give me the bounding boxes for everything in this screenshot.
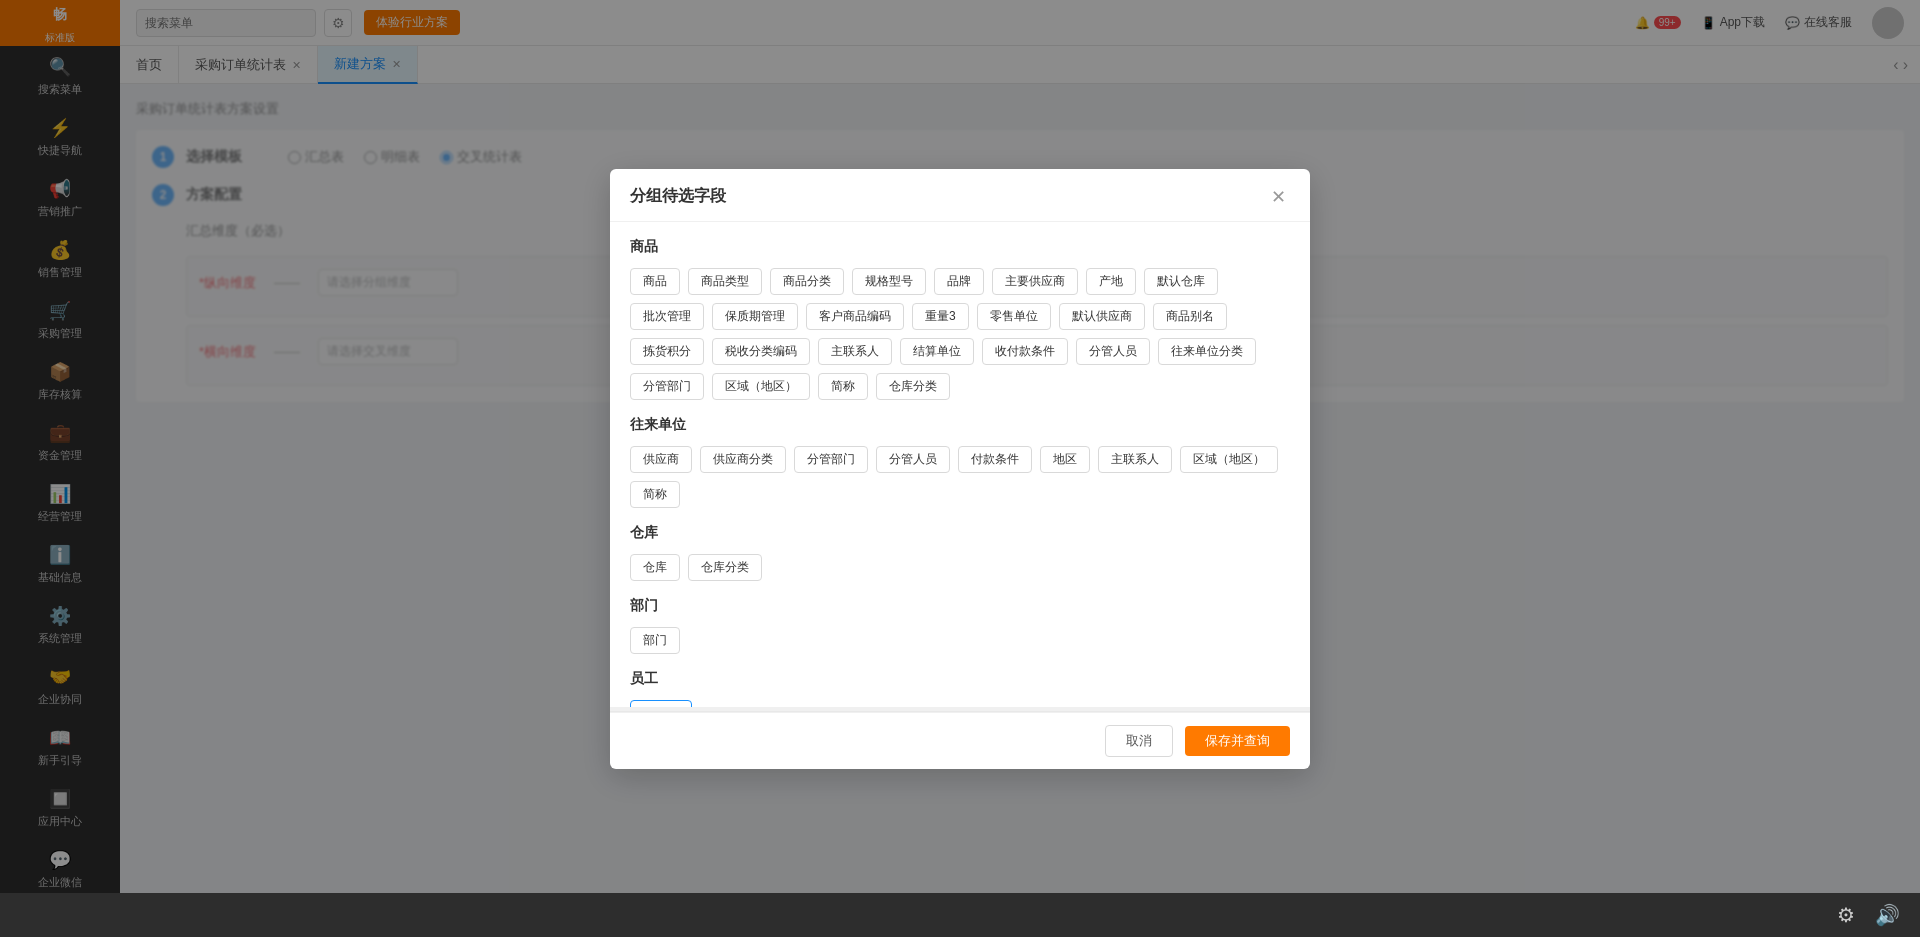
bottom-sound-icon[interactable]: 🔊	[1875, 903, 1900, 927]
field-tag-0-19[interactable]: 收付款条件	[982, 338, 1068, 365]
field-grid-1: 供应商供应商分类分管部门分管人员付款条件地区主联系人区域（地区） 简称	[630, 446, 1290, 508]
field-tag-0-4[interactable]: 品牌	[934, 268, 984, 295]
field-grid-4: 业务员	[630, 700, 1290, 707]
field-tag-1-6[interactable]: 主联系人	[1098, 446, 1172, 473]
field-tag-0-15[interactable]: 拣货积分	[630, 338, 704, 365]
field-tag-0-2[interactable]: 商品分类	[770, 268, 844, 295]
section-title-0: 商品	[630, 238, 1290, 256]
dialog-footer: 取消 保存并查询	[610, 712, 1310, 769]
field-tag-0-10[interactable]: 客户商品编码	[806, 303, 904, 330]
dialog-body: 商品商品商品类型商品分类规格型号品牌主要供应商产地默认仓库批次管理保质期管理客户…	[610, 222, 1310, 707]
section-title-4: 员工	[630, 670, 1290, 688]
field-tag-0-9[interactable]: 保质期管理	[712, 303, 798, 330]
field-tag-1-3[interactable]: 分管人员	[876, 446, 950, 473]
field-grid-3: 部门	[630, 627, 1290, 654]
field-tag-0-24[interactable]: 简称	[818, 373, 868, 400]
bottom-gear-icon[interactable]: ⚙	[1837, 903, 1855, 927]
field-grid-0: 商品商品类型商品分类规格型号品牌主要供应商产地默认仓库批次管理保质期管理客户商品…	[630, 268, 1290, 400]
bottom-bar: ⚙ 🔊	[0, 893, 1920, 937]
section-title-1: 往来单位	[630, 416, 1290, 434]
field-tag-2-1[interactable]: 仓库分类	[688, 554, 762, 581]
field-tag-0-18[interactable]: 结算单位	[900, 338, 974, 365]
field-tag-1-8[interactable]: 简称	[630, 481, 680, 508]
field-tag-0-21[interactable]: 往来单位分类	[1158, 338, 1256, 365]
field-tag-0-16[interactable]: 税收分类编码	[712, 338, 810, 365]
field-tag-0-0[interactable]: 商品	[630, 268, 680, 295]
cancel-btn[interactable]: 取消	[1105, 725, 1173, 757]
field-tag-1-1[interactable]: 供应商分类	[700, 446, 786, 473]
field-tag-0-11[interactable]: 重量3	[912, 303, 969, 330]
modal-overlay: 分组待选字段 ✕ 商品商品商品类型商品分类规格型号品牌主要供应商产地默认仓库批次…	[0, 0, 1920, 937]
field-tag-0-20[interactable]: 分管人员	[1076, 338, 1150, 365]
save-btn[interactable]: 保存并查询	[1185, 726, 1290, 756]
field-tag-1-4[interactable]: 付款条件	[958, 446, 1032, 473]
field-tag-0-8[interactable]: 批次管理	[630, 303, 704, 330]
field-tag-1-0[interactable]: 供应商	[630, 446, 692, 473]
field-tag-0-6[interactable]: 产地	[1086, 268, 1136, 295]
field-tag-0-25[interactable]: 仓库分类	[876, 373, 950, 400]
field-tag-0-7[interactable]: 默认仓库	[1144, 268, 1218, 295]
dialog-title: 分组待选字段	[630, 186, 726, 207]
dialog: 分组待选字段 ✕ 商品商品商品类型商品分类规格型号品牌主要供应商产地默认仓库批次…	[610, 169, 1310, 769]
field-tag-3-0[interactable]: 部门	[630, 627, 680, 654]
field-tag-0-17[interactable]: 主联系人	[818, 338, 892, 365]
field-tag-0-12[interactable]: 零售单位	[977, 303, 1051, 330]
field-grid-2: 仓库仓库分类	[630, 554, 1290, 581]
field-tag-1-7[interactable]: 区域（地区）	[1180, 446, 1278, 473]
field-tag-0-22[interactable]: 分管部门	[630, 373, 704, 400]
field-tag-1-2[interactable]: 分管部门	[794, 446, 868, 473]
dialog-header: 分组待选字段 ✕	[610, 169, 1310, 222]
field-tag-0-23[interactable]: 区域（地区）	[712, 373, 810, 400]
field-tag-2-0[interactable]: 仓库	[630, 554, 680, 581]
field-tag-0-3[interactable]: 规格型号	[852, 268, 926, 295]
section-title-3: 部门	[630, 597, 1290, 615]
section-title-2: 仓库	[630, 524, 1290, 542]
field-tag-4-0[interactable]: 业务员	[630, 700, 692, 707]
field-tag-0-14[interactable]: 商品别名	[1153, 303, 1227, 330]
field-tag-0-1[interactable]: 商品类型	[688, 268, 762, 295]
dialog-close-btn[interactable]: ✕	[1266, 185, 1290, 209]
field-tag-0-5[interactable]: 主要供应商	[992, 268, 1078, 295]
field-tag-1-5[interactable]: 地区	[1040, 446, 1090, 473]
field-tag-0-13[interactable]: 默认供应商	[1059, 303, 1145, 330]
